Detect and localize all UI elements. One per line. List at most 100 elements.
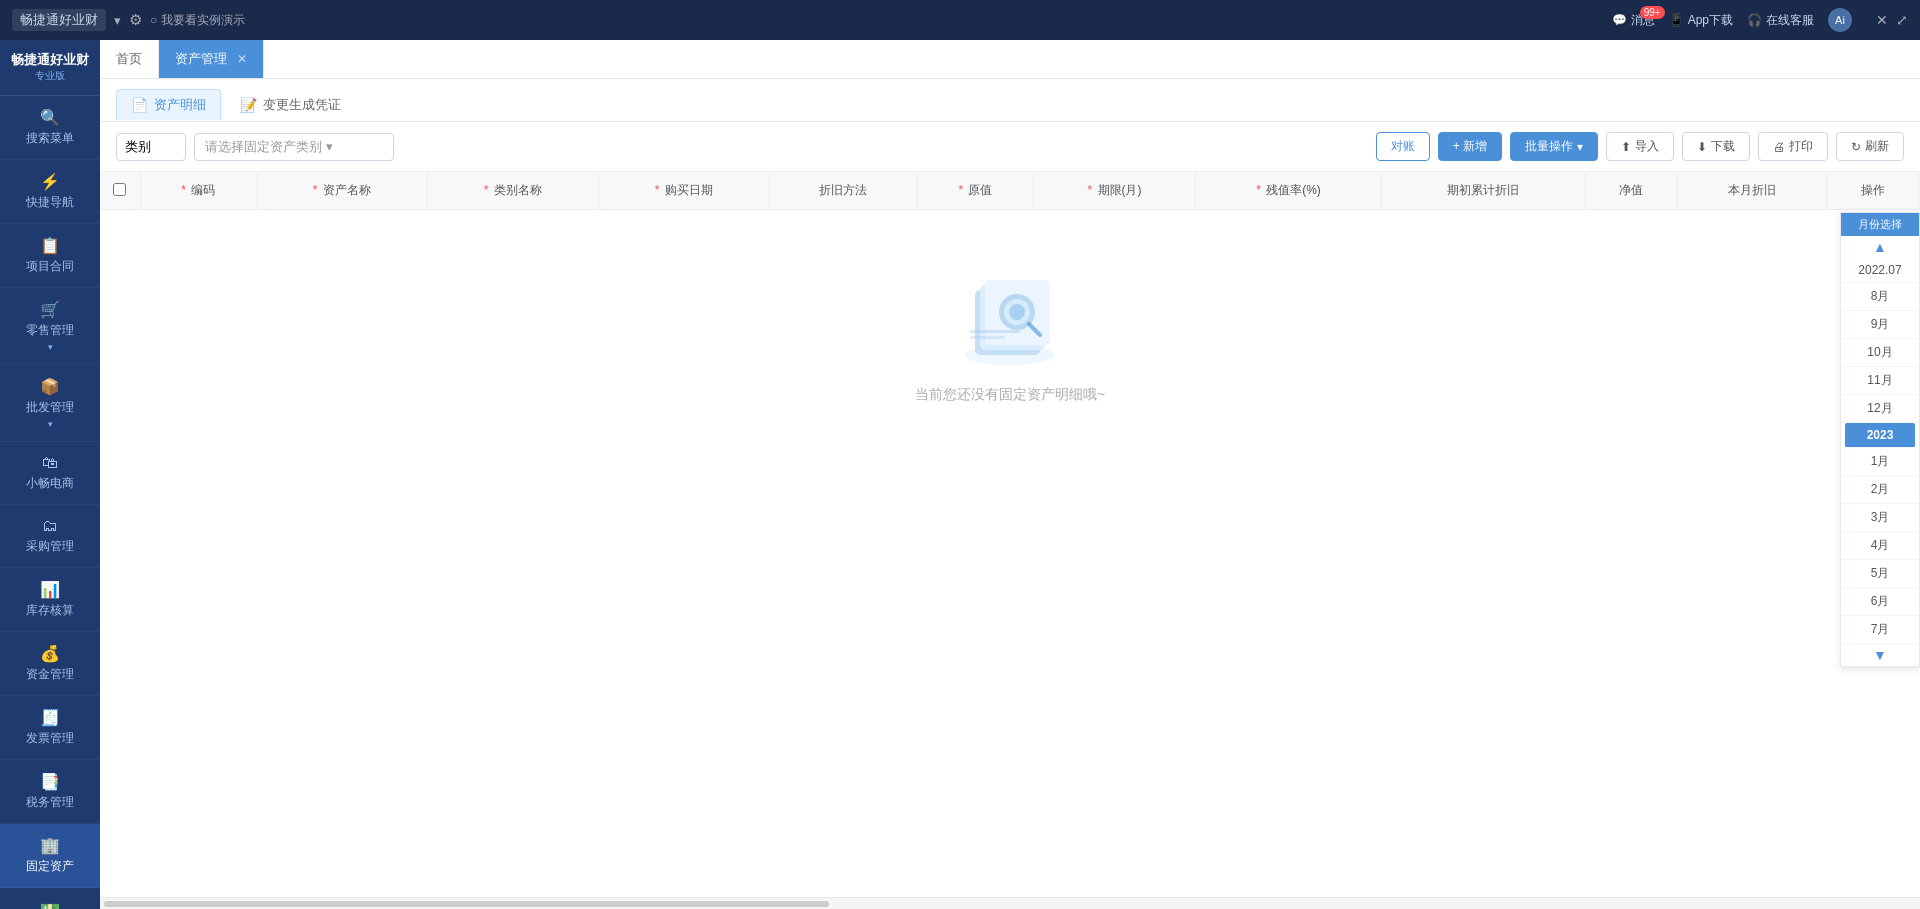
sidebar-item-ecommerce[interactable]: 🛍 小畅电商: [0, 442, 100, 505]
month-item-12[interactable]: 12月: [1841, 395, 1919, 423]
month-item-8[interactable]: 8月: [1841, 283, 1919, 311]
month-item-3[interactable]: 3月: [1841, 504, 1919, 532]
col-net-value: 净值: [1584, 172, 1677, 210]
sidebar-item-invoice-mgmt-label: 发票管理: [26, 730, 74, 747]
svg-rect-9: [970, 336, 1005, 339]
col-name: * 资产名称: [256, 172, 427, 210]
top-bar-left: 畅捷通好业财 ▾ ⚙ ○ 我要看实例演示: [12, 9, 1602, 31]
reconcile-label: 对账: [1391, 138, 1415, 155]
sidebar-item-fixed-assets[interactable]: 🏢 固定资产: [0, 824, 100, 888]
sidebar-item-retail-mgmt-label: 零售管理: [26, 322, 74, 339]
message-btn[interactable]: 💬 消息 99+: [1612, 12, 1655, 29]
batch-btn[interactable]: 批量操作 ▾: [1510, 132, 1598, 161]
table-container: * 编码 * 资产名称 * 类别名称: [100, 172, 1920, 897]
month-item-year-badge[interactable]: 2023: [1845, 423, 1915, 448]
sub-tab-asset-detail-label: 资产明细: [154, 96, 206, 114]
demo-link[interactable]: ○ 我要看实例演示: [150, 12, 245, 29]
asset-table: * 编码 * 资产名称 * 类别名称: [100, 172, 1920, 210]
sidebar-item-project-contract-label: 项目合同: [26, 258, 74, 275]
month-item-current-year[interactable]: 2022.07: [1841, 258, 1919, 283]
sidebar-item-invoice-mgmt[interactable]: 🧾 发票管理: [0, 696, 100, 760]
project-contract-icon: 📋: [40, 236, 60, 255]
col-purchase-date: * 购买日期: [598, 172, 769, 210]
tab-asset-mgmt[interactable]: 资产管理 ✕: [159, 40, 264, 78]
sidebar-item-payroll[interactable]: 💵 工资: [0, 888, 100, 909]
month-item-9[interactable]: 9月: [1841, 311, 1919, 339]
finance-mgmt-icon: 💰: [40, 644, 60, 663]
sidebar-item-search-menu[interactable]: 🔍 搜索菜单: [0, 96, 100, 160]
sidebar-item-quick-nav[interactable]: ⚡ 快捷导航: [0, 160, 100, 224]
category-placeholder: 请选择固定资产类别: [205, 138, 322, 156]
sub-tab-change-voucher[interactable]: 📝 变更生成凭证: [225, 89, 356, 121]
print-label: 打印: [1789, 138, 1813, 155]
demo-link-text: 我要看实例演示: [161, 12, 245, 29]
select-all-checkbox[interactable]: [113, 183, 126, 196]
scrollbar-bottom[interactable]: [100, 897, 1920, 909]
sidebar-item-wholesale-mgmt[interactable]: 📦 批发管理 ▾: [0, 365, 100, 442]
refresh-btn[interactable]: ↻ 刷新: [1836, 132, 1904, 161]
ecommerce-icon: 🛍: [42, 454, 58, 472]
month-item-7[interactable]: 7月: [1841, 616, 1919, 644]
main-layout: 畅捷通好业财 专业版 🔍 搜索菜单 ⚡ 快捷导航 📋 项目合同 🛒 零售管理 ▾…: [0, 40, 1920, 909]
maximize-window-icon[interactable]: ⤢: [1896, 12, 1908, 28]
month-item-11[interactable]: 11月: [1841, 367, 1919, 395]
content-wrapper: * 编码 * 资产名称 * 类别名称: [100, 172, 1920, 897]
quick-nav-icon: ⚡: [40, 172, 60, 191]
download-btn[interactable]: ⬇ 下载: [1682, 132, 1750, 161]
col-checkbox: [100, 172, 140, 210]
sidebar: 畅捷通好业财 专业版 🔍 搜索菜单 ⚡ 快捷导航 📋 项目合同 🛒 零售管理 ▾…: [0, 40, 100, 909]
month-item-6[interactable]: 6月: [1841, 588, 1919, 616]
sidebar-item-finance-mgmt[interactable]: 💰 资金管理: [0, 632, 100, 696]
tab-home-label: 首页: [116, 51, 142, 66]
month-item-4[interactable]: 4月: [1841, 532, 1919, 560]
retail-mgmt-icon: 🛒: [40, 300, 60, 319]
logo-sub: 专业版: [8, 69, 92, 83]
online-service-label: 在线客服: [1766, 12, 1814, 29]
scrollbar-thumb[interactable]: [104, 901, 829, 907]
sidebar-item-retail-mgmt[interactable]: 🛒 零售管理 ▾: [0, 288, 100, 365]
col-category: * 类别名称: [427, 172, 598, 210]
month-panel-header: 月份选择: [1841, 213, 1919, 236]
company-dropdown-arrow[interactable]: ▾: [114, 13, 121, 28]
payroll-icon: 💵: [40, 900, 60, 909]
settings-icon[interactable]: ⚙: [129, 11, 142, 29]
add-btn[interactable]: + 新增: [1438, 132, 1502, 161]
category-filter[interactable]: 类别: [116, 133, 186, 161]
empty-state: 当前您还没有固定资产明细哦~: [100, 210, 1920, 464]
refresh-label: 刷新: [1865, 138, 1889, 155]
close-window-icon[interactable]: ✕: [1876, 12, 1888, 28]
user-avatar[interactable]: Ai: [1828, 8, 1852, 32]
refresh-icon: ↻: [1851, 140, 1861, 154]
month-item-2[interactable]: 2月: [1841, 476, 1919, 504]
month-item-1[interactable]: 1月: [1841, 448, 1919, 476]
app-download-btn[interactable]: 📱 App下载: [1669, 12, 1733, 29]
sidebar-item-tax-mgmt[interactable]: 📑 税务管理: [0, 760, 100, 824]
tab-close-icon[interactable]: ✕: [237, 52, 247, 66]
svg-point-6: [1009, 304, 1025, 320]
reconcile-btn[interactable]: 对账: [1376, 132, 1430, 161]
import-btn[interactable]: ⬆ 导入: [1606, 132, 1674, 161]
batch-dropdown-arrow-icon: ▾: [1577, 140, 1583, 154]
print-btn[interactable]: 🖨 打印: [1758, 132, 1828, 161]
sub-tab-change-voucher-label: 变更生成凭证: [263, 96, 341, 114]
category-input[interactable]: 请选择固定资产类别 ▾: [194, 133, 394, 161]
table-header-row: * 编码 * 资产名称 * 类别名称: [100, 172, 1920, 210]
batch-label: 批量操作: [1525, 138, 1573, 155]
sidebar-item-search-menu-label: 搜索菜单: [26, 130, 74, 147]
sidebar-item-purchase-mgmt[interactable]: 🗂 采购管理: [0, 505, 100, 568]
tab-home[interactable]: 首页: [100, 40, 159, 78]
sidebar-item-inventory[interactable]: 📊 库存核算: [0, 568, 100, 632]
sidebar-item-inventory-label: 库存核算: [26, 602, 74, 619]
month-item-10[interactable]: 10月: [1841, 339, 1919, 367]
company-name[interactable]: 畅捷通好业财: [12, 9, 106, 31]
sidebar-item-project-contract[interactable]: 📋 项目合同: [0, 224, 100, 288]
page-content: 📄 资产明细 📝 变更生成凭证 类别 请选择固定资产类别 ▾: [100, 79, 1920, 909]
tab-bar: 首页 资产管理 ✕: [100, 40, 1920, 79]
month-nav-up-btn[interactable]: ▲: [1869, 239, 1891, 255]
category-label: 类别: [125, 138, 151, 156]
online-service-btn[interactable]: 🎧 在线客服: [1747, 12, 1814, 29]
month-nav-down-btn[interactable]: ▼: [1869, 647, 1891, 663]
company-name-text: 畅捷通好业财: [20, 12, 98, 27]
sub-tab-asset-detail[interactable]: 📄 资产明细: [116, 89, 221, 121]
month-item-5[interactable]: 5月: [1841, 560, 1919, 588]
